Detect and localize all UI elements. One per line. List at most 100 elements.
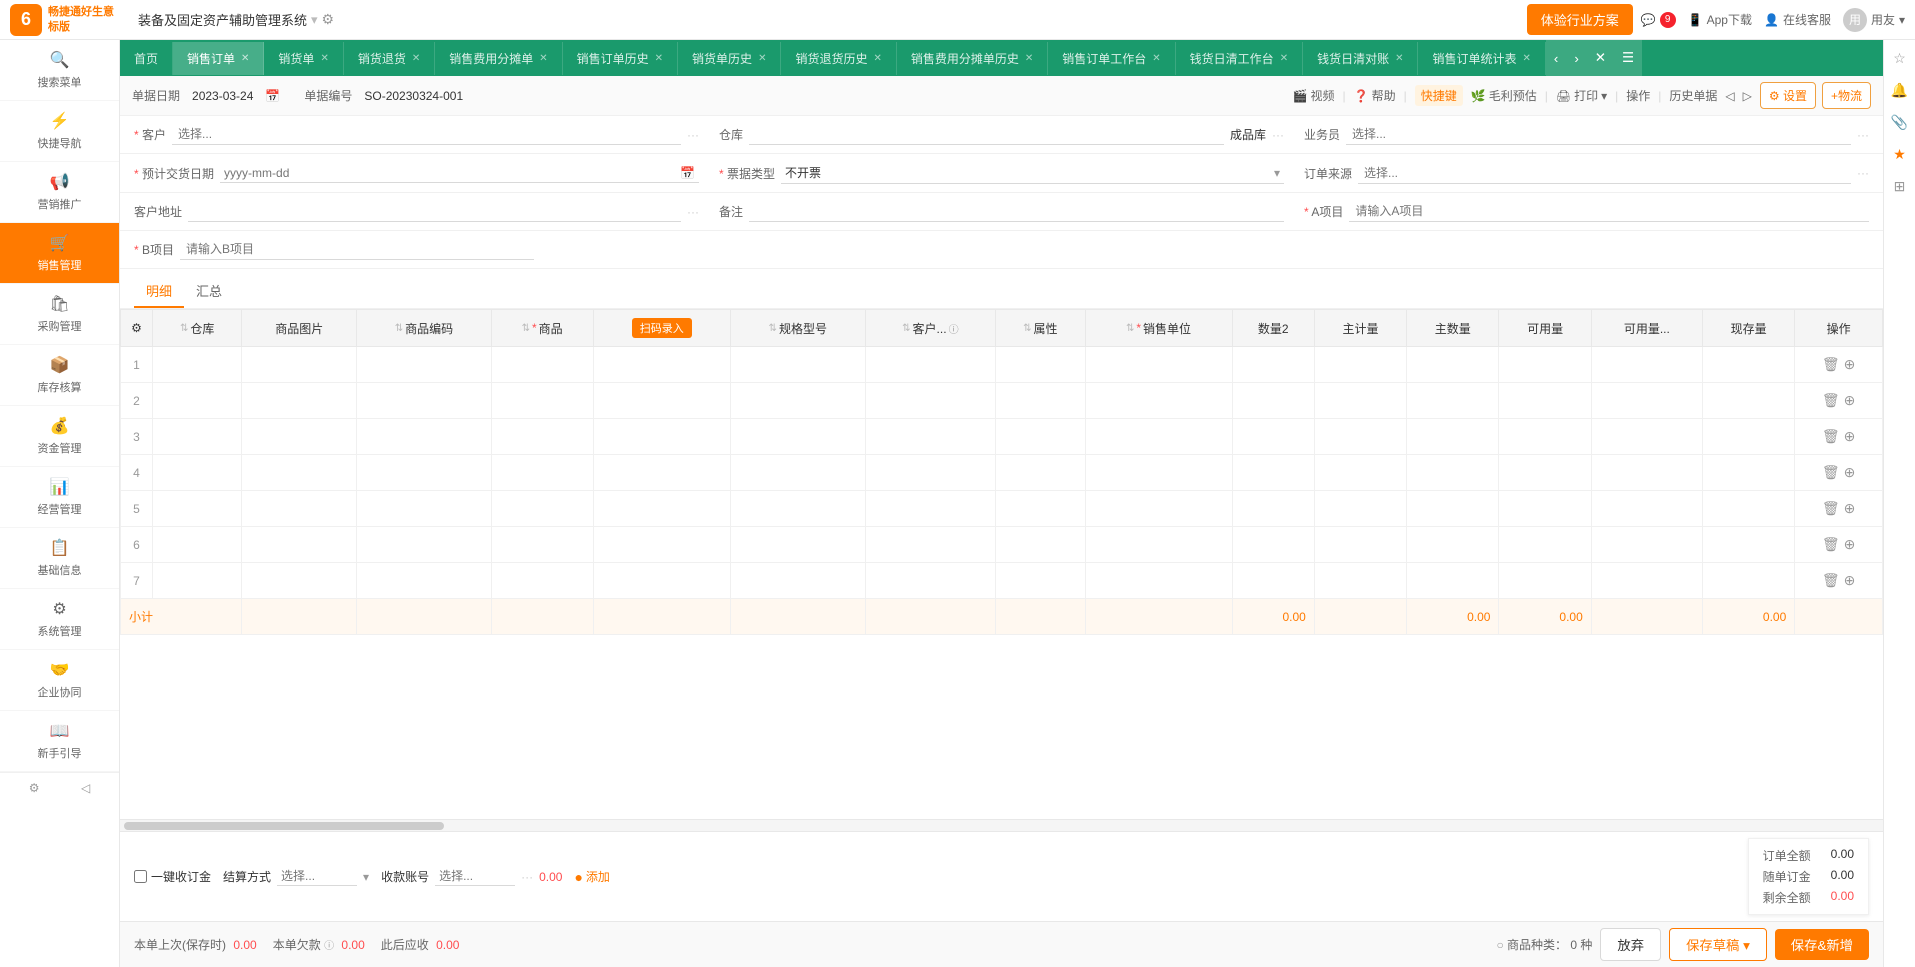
close-tab-icon[interactable]: ✕ [241,53,249,64]
tab-sales-order-history[interactable]: 销售订单历史 ✕ [563,42,678,75]
sidebar-item-cooperation[interactable]: 🤝 企业协同 [0,650,119,711]
order-source-more-icon[interactable]: ··· [1857,166,1869,180]
tab-invoice-history[interactable]: 销货单历史 ✕ [678,42,781,75]
tab-sales-return[interactable]: 销货退货 ✕ [344,42,435,75]
th-customer-code[interactable]: ⇅客户... ⓘ [865,310,996,347]
delete-row-button[interactable]: 🗑 [1822,572,1840,589]
settlement-input[interactable] [277,867,357,886]
settlement-dropdown-icon[interactable]: ▾ [363,870,369,884]
close-tab-icon[interactable]: ✕ [1523,53,1531,64]
tab-return-history[interactable]: 销货退货历史 ✕ [781,42,896,75]
tab-cash-workbench[interactable]: 钱货日清工作台 ✕ [1176,42,1303,75]
calendar-icon[interactable]: 📅 [265,89,280,103]
settings-gear-icon[interactable]: ⚙ [322,11,335,28]
tab-sales-invoice[interactable]: 销货单 ✕ [264,42,343,75]
tab-summary[interactable]: 汇总 [184,275,234,308]
th-sales-unit[interactable]: ⇅*销售单位 [1085,310,1232,347]
save-new-button[interactable]: 保存&新增 [1775,929,1869,960]
customer-more-icon[interactable]: ··· [687,128,699,142]
customer-input[interactable] [172,124,681,145]
copy-row-button[interactable]: ⊕ [1844,428,1856,445]
account-input[interactable] [435,867,515,886]
close-tab-icon[interactable]: ✕ [539,53,547,64]
close-tab-icon[interactable]: ✕ [873,53,881,64]
online-service-button[interactable]: 👤 在线客服 [1764,11,1831,28]
right-sidebar-btn-3[interactable]: 📎 [1888,110,1912,134]
tab-detail[interactable]: 明细 [134,275,184,308]
warehouse-input[interactable] [749,124,1224,145]
th-product[interactable]: ⇅*商品 [491,310,593,347]
calendar-icon[interactable]: 📅 [680,166,695,180]
delivery-date-input[interactable] [224,166,676,180]
close-tab-icon[interactable]: ✕ [412,53,420,64]
history-button[interactable]: 历史单据 [1669,87,1717,104]
close-tab-icon[interactable]: ✕ [655,53,663,64]
delete-row-button[interactable]: 🗑 [1822,428,1840,445]
tab-next-button[interactable]: › [1566,40,1586,76]
th-available2[interactable]: 可用量... [1591,310,1702,347]
tab-sales-order[interactable]: 销售订单 ✕ [173,42,264,75]
right-sidebar-btn-5[interactable]: ⊞ [1888,174,1912,198]
discard-button[interactable]: 放弃 [1600,928,1661,961]
scan-button[interactable]: 扫码录入 [632,318,692,338]
profit-button[interactable]: 🌿 毛利预估 [1471,87,1537,104]
delete-row-button[interactable]: 🗑 [1822,536,1840,553]
th-stock[interactable]: 现存量 [1702,310,1794,347]
th-qty2[interactable]: 数量2 [1232,310,1314,347]
sidebar-settings-icon[interactable]: ⚙ [29,781,40,795]
add-logistics-button[interactable]: +物流 [1822,82,1871,109]
right-sidebar-btn-1[interactable]: ☆ [1888,46,1912,70]
order-source-input[interactable] [1358,163,1851,184]
delete-row-button[interactable]: 🗑 [1822,356,1840,373]
save-draft-button[interactable]: 保存草稿 ▾ [1669,928,1767,961]
th-product-code[interactable]: ⇅商品编码 [357,310,491,347]
customer-address-input[interactable] [188,201,681,222]
help-button[interactable]: ❓ 帮助 [1354,87,1396,104]
close-tab-icon[interactable]: ✕ [1025,53,1033,64]
close-tab-icon[interactable]: ✕ [320,53,328,64]
notification-button[interactable]: 💬 9 [1641,12,1676,28]
sidebar-item-operations[interactable]: 📊 经营管理 [0,467,119,528]
scroll-thumb[interactable] [124,822,444,830]
invoice-type-dropdown-icon[interactable]: ▾ [1274,166,1280,180]
th-settings[interactable]: ⚙ [121,310,153,347]
warehouse-more-icon[interactable]: ··· [1272,128,1284,142]
account-more-icon[interactable]: ··· [521,870,533,884]
th-available[interactable]: 可用量 [1499,310,1591,347]
dropdown-icon[interactable]: ▾ [1743,938,1750,953]
copy-row-button[interactable]: ⊕ [1844,464,1856,481]
tab-expense-history[interactable]: 销售费用分摊单历史 ✕ [897,42,1048,75]
close-tab-icon[interactable]: ✕ [1395,53,1403,64]
copy-row-button[interactable]: ⊕ [1844,356,1856,373]
th-attributes[interactable]: ⇅属性 [996,310,1085,347]
sidebar-item-sales[interactable]: 🛒 销售管理 [0,223,119,284]
a-project-input[interactable] [1349,201,1869,222]
tab-prev-button[interactable]: ‹ [1546,40,1566,76]
address-more-icon[interactable]: ··· [687,205,699,219]
right-sidebar-btn-4[interactable]: ★ [1888,142,1912,166]
remark-input[interactable] [749,201,1284,222]
th-main-unit[interactable]: 主计量 [1314,310,1406,347]
sidebar-item-inventory[interactable]: 📦 库存核算 [0,345,119,406]
shortcut-button[interactable]: 快捷键 [1415,85,1463,106]
tab-sales-workbench[interactable]: 销售订单工作台 ✕ [1048,42,1175,75]
view-button[interactable]: 🎬 视频 [1293,87,1335,104]
user-menu-button[interactable]: 用 用友 ▾ [1843,8,1905,32]
close-tab-icon[interactable]: ✕ [1152,53,1160,64]
tab-menu-button[interactable]: ☰ [1614,40,1642,76]
add-button[interactable]: ● 添加 [574,868,609,885]
settings-button[interactable]: ⚙ 设置 [1760,82,1816,109]
th-spec[interactable]: ⇅规格型号 [731,310,865,347]
copy-row-button[interactable]: ⊕ [1844,500,1856,517]
salesperson-input[interactable] [1346,124,1851,145]
sidebar-item-purchase[interactable]: 🛍 采购管理 [0,284,119,345]
sidebar-item-marketing[interactable]: 📢 营销推广 [0,162,119,223]
copy-row-button[interactable]: ⊕ [1844,536,1856,553]
th-main-qty[interactable]: 主数量 [1407,310,1499,347]
sidebar-item-guide[interactable]: 📖 新手引导 [0,711,119,772]
th-product-image[interactable]: 商品图片 [242,310,357,347]
close-tab-icon[interactable]: ✕ [1280,53,1288,64]
sidebar-item-finance[interactable]: 💰 资金管理 [0,406,119,467]
table-scrollbar[interactable] [120,819,1883,831]
salesperson-more-icon[interactable]: ··· [1857,128,1869,142]
